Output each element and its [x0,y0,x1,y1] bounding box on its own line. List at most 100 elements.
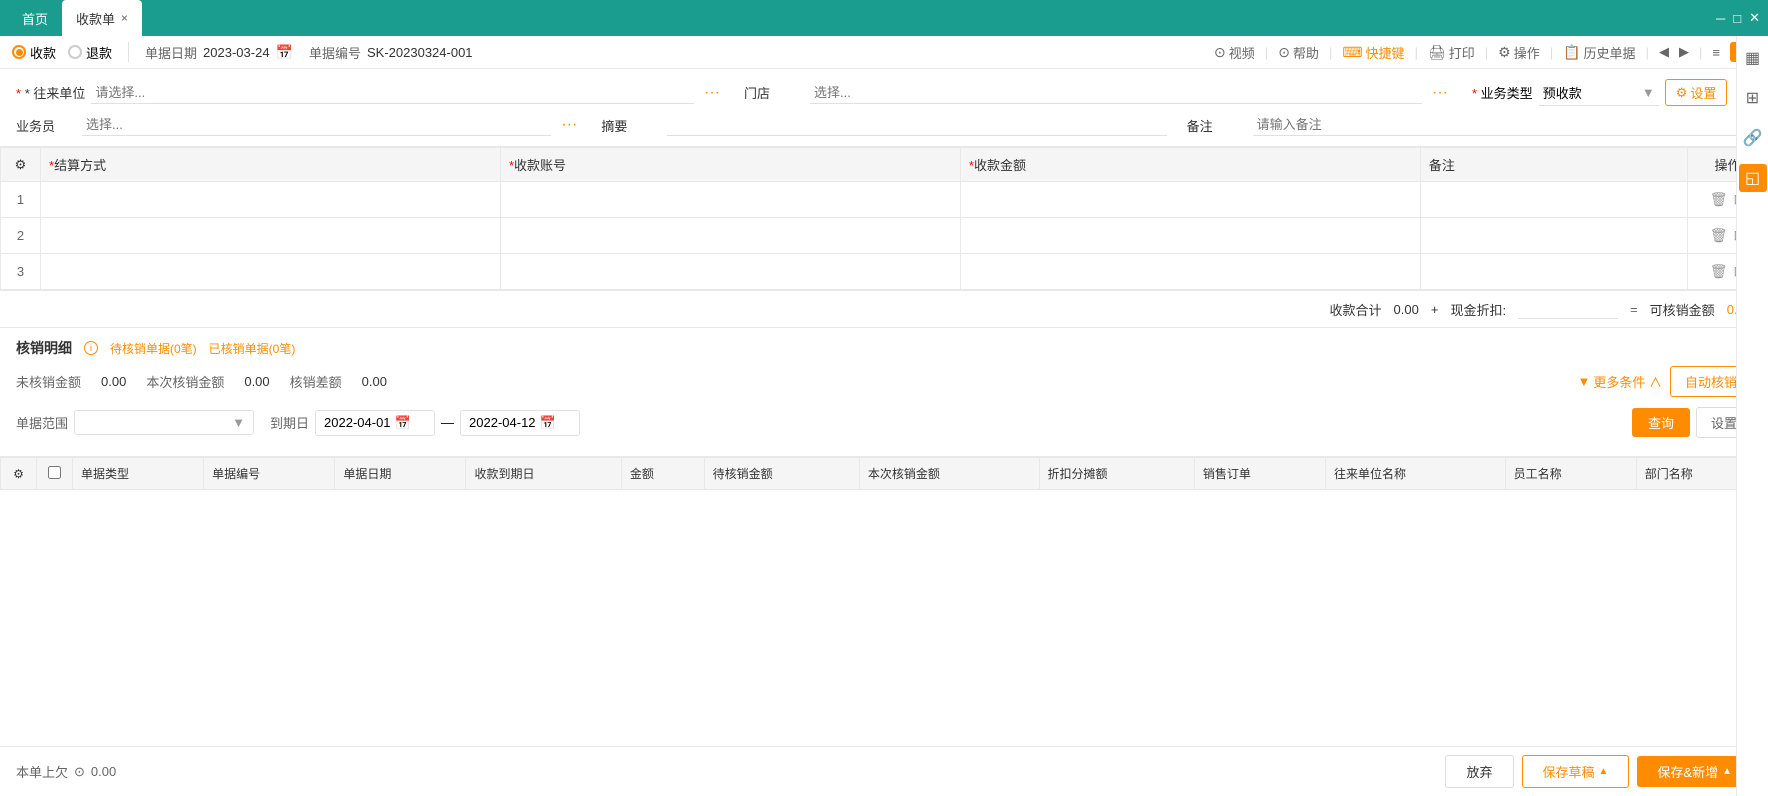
toolbar-print[interactable]: 🖨 打印 [1428,43,1475,62]
right-panel-link-icon[interactable]: 🔗 [1739,124,1767,152]
unchecked-label: 未核销金额 [16,372,81,391]
table-row: 3 🗑 ⊞ [1,254,1768,290]
row-2-account[interactable] [500,218,960,254]
bth-pending-amount: 待核销金额 [704,458,859,490]
minimize-icon[interactable]: ─ [1716,11,1725,26]
row-3-account[interactable] [500,254,960,290]
maximize-icon[interactable]: □ [1733,11,1741,26]
partner-input[interactable] [91,82,694,104]
table-settings-icon[interactable]: ⚙ [15,157,27,172]
toolbar-sep-3: | [1329,45,1332,60]
partner-more-icon[interactable]: ··· [700,84,724,102]
date-from-picker[interactable]: 2022-04-01 📅 [315,410,435,436]
summary-input[interactable] [667,114,1166,136]
nav-right-icon[interactable]: ▶ [1679,44,1689,60]
doc-date-field: 单据日期 2023-03-24 📅 [145,43,293,62]
doc-range-select[interactable]: ▼ [74,410,254,435]
list-view-icon[interactable]: ≡ [1712,45,1720,60]
tab-receipt-label: 收款单 [76,9,115,28]
th-payment-method: *结算方式 [41,148,501,182]
query-button[interactable]: 查询 [1632,408,1690,437]
biz-type-select[interactable]: 预收款 ▼ [1539,80,1659,106]
toolbar-history-label: 历史单据 [1584,43,1636,62]
right-panel-db-icon[interactable]: ⊞ [1739,84,1767,112]
radio-refund[interactable]: 退款 [68,43,112,62]
filter-icon: ▼ [1577,374,1590,389]
equals-sign: = [1630,302,1638,317]
store-more-icon[interactable]: ··· [1428,84,1452,102]
stats-row: 未核销金额 0.00 本次核销金额 0.00 核销差额 0.00 ▼ 更多条件 … [16,366,1752,397]
radio-receipt[interactable]: 收款 [12,43,56,62]
row-3-payment[interactable] [41,254,501,290]
toolbar-help[interactable]: ⊙ 帮助 [1278,43,1319,62]
toolbar-history[interactable]: 📋 历史单据 [1563,43,1635,62]
right-panel-camera-icon[interactable]: ◱ [1739,164,1767,192]
toolbar-sep-5: | [1485,45,1488,60]
bth-doc-date: 单据日期 [335,458,466,490]
tab-receipt[interactable]: 收款单 × [62,0,142,36]
toolbar-video[interactable]: ⊙ 视频 [1214,43,1255,62]
bth-checkbox[interactable] [37,458,73,490]
biz-type-arrow-icon: ▼ [1642,85,1655,100]
calendar-to-icon: 📅 [540,415,556,431]
save-draft-button[interactable]: 保存草稿 ▲ [1522,755,1630,788]
doc-no-field: 单据编号 SK-20230324-001 [309,43,473,62]
date-to-value: 2022-04-12 [469,415,536,430]
toolbar-print-label: 打印 [1449,43,1475,62]
bth-settings[interactable]: ⚙ [1,458,37,490]
toolbar-operate-label: 操作 [1514,43,1540,62]
row-1-amount[interactable] [960,182,1420,218]
receipt-type-radio-group: 收款 退款 [12,43,112,62]
diff-value: 0.00 [362,374,387,389]
form-settings-btn[interactable]: ⚙ 设置 [1665,79,1728,106]
select-all-checkbox[interactable] [48,466,61,479]
row-2-amount[interactable] [960,218,1420,254]
abandon-button[interactable]: 放弃 [1445,755,1513,788]
pending-tab-link[interactable]: 待核销单据(0笔) [110,340,197,357]
current-amount-value: 0.00 [244,374,269,389]
tab-home[interactable]: 首页 [8,0,62,36]
delete-icon-1[interactable]: 🗑 [1710,191,1728,208]
right-panel-table-icon[interactable]: ▦ [1739,44,1767,72]
bth-discount: 折扣分摊额 [1039,458,1194,490]
toolbar-shortcut[interactable]: ⌨ 快捷键 [1342,43,1404,62]
toolbar-sep-1 [128,42,129,62]
tab-close-icon[interactable]: × [121,11,128,25]
doc-range-arrow: ▼ [232,415,245,430]
bottom-table-wrapper: ⚙ 单据类型 单据编号 单据日期 收款到期日 金额 待核销金额 本次核销金额 折… [0,457,1768,746]
more-conditions-btn[interactable]: ▼ 更多条件 ∧ [1577,372,1662,391]
toolbar-help-label: 帮助 [1293,43,1319,62]
date-to-picker[interactable]: 2022-04-12 📅 [460,410,580,436]
staff-input[interactable] [82,114,551,136]
note-input[interactable] [1253,114,1752,136]
discount-input[interactable] [1518,299,1618,319]
filter-right: ▼ 更多条件 ∧ 自动核销 [1577,366,1752,397]
row-num-3: 3 [1,254,41,290]
th-settings[interactable]: ⚙ [1,148,41,182]
table-row: 1 🗑 ⊞ [1,182,1768,218]
delete-icon-2[interactable]: 🗑 [1710,227,1728,244]
row-3-amount[interactable] [960,254,1420,290]
store-input[interactable] [810,82,1422,104]
row-1-remark[interactable] [1420,182,1687,218]
toolbar-operate[interactable]: ⚙ 操作 [1498,43,1540,62]
row-2-remark[interactable] [1420,218,1687,254]
nav-left-icon[interactable]: ◀ [1659,44,1669,60]
bottom-table-header-row: ⚙ 单据类型 单据编号 单据日期 收款到期日 金额 待核销金额 本次核销金额 折… [1,458,1768,490]
row-2-payment[interactable] [41,218,501,254]
info-icon[interactable]: i [84,341,98,355]
row-1-account[interactable] [500,182,960,218]
filter-row: 单据范围 ▼ 到期日 2022-04-01 📅 — 2022-04-12 � [16,407,1752,438]
doc-date-calendar-icon[interactable]: 📅 [276,44,293,61]
delete-icon-3[interactable]: 🗑 [1710,263,1728,280]
save-new-button[interactable]: 保存&新增 ▲ [1637,756,1752,787]
staff-more-icon[interactable]: ··· [557,116,581,134]
verified-tab-link[interactable]: 已核销单据(0笔) [209,340,296,357]
row-3-remark[interactable] [1420,254,1687,290]
toolbar-sep-2: | [1265,45,1268,60]
total-label: 收款合计 [1330,300,1382,319]
bth-sales-order: 销售订单 [1194,458,1325,490]
close-icon[interactable]: ✕ [1749,10,1760,26]
verification-section: 核销明细 i 待核销单据(0笔) 已核销单据(0笔) 未核销金额 0.00 本次… [0,328,1768,457]
row-1-payment[interactable] [41,182,501,218]
